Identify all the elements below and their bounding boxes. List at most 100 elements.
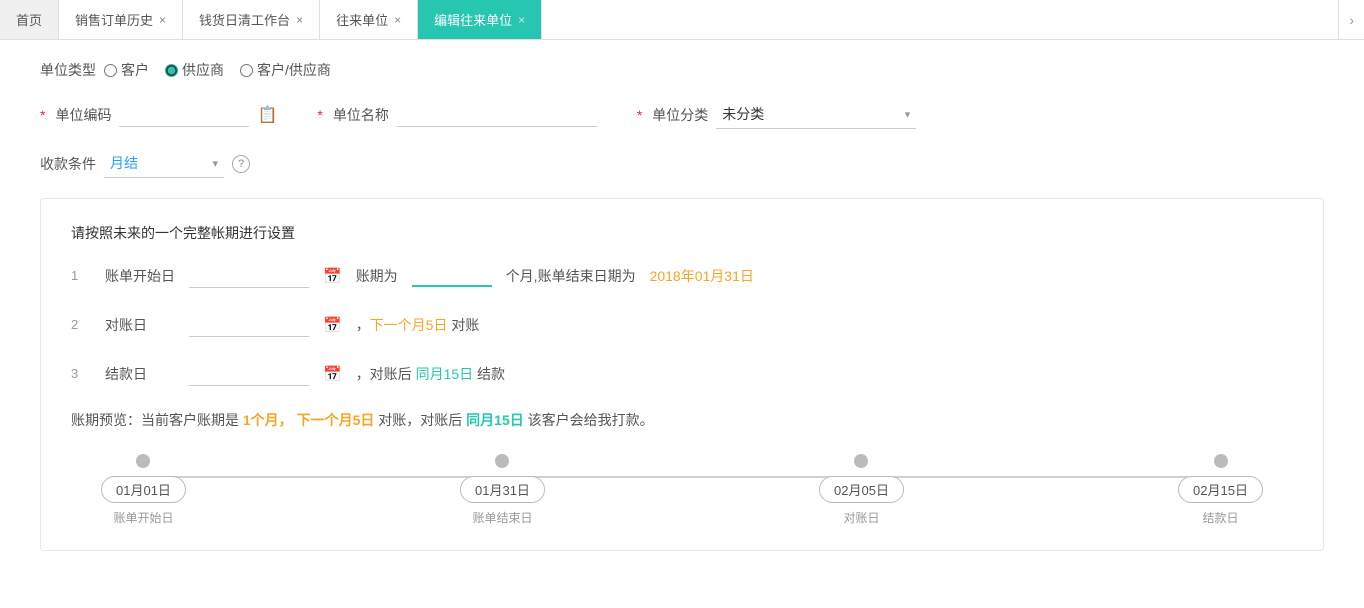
unit-name-input[interactable]: 河南供应商22 [397, 102, 597, 127]
tab-edit-partner[interactable]: 编辑往来单位 × [418, 0, 542, 39]
unit-type-label: 单位类型 [40, 60, 96, 80]
calendar-icon-start[interactable]: 📅 [323, 267, 342, 285]
calendar-icon-code[interactable]: 📋 [257, 105, 277, 125]
timeline-label-4: 结款日 [1203, 509, 1239, 526]
timeline-node-2: 01月31日 账单结束日 [460, 454, 545, 526]
tab-more-button[interactable]: › [1338, 0, 1364, 39]
timeline-badge-2: 01月31日 [460, 476, 545, 503]
unit-class-field: * 单位分类 未分类 ▾ [637, 100, 916, 129]
unit-info-row: * 单位编码 000001 📋 * 单位名称 河南供应商22 * 单位分类 未分… [40, 100, 1324, 129]
page-content: 单位类型 客户 供应商 客户/供应商 * 单位编码 00000 [0, 40, 1364, 608]
tab-edit-partner-label: 编辑往来单位 [434, 10, 512, 29]
payment-select[interactable]: 月结 ▾ [104, 149, 224, 178]
tab-sales-history[interactable]: 销售订单历史 × [59, 0, 183, 39]
unit-code-label: 单位编码 [55, 105, 111, 125]
preview-suffix: 该客户会给我打款。 [528, 412, 654, 428]
preview-p1: 1个月， [243, 412, 293, 428]
unit-class-select[interactable]: 未分类 ▾ [716, 100, 916, 129]
chevron-right-icon: › [1349, 12, 1354, 28]
row-num-3: 3 [71, 366, 91, 381]
tab-cashflow-label: 钱货日清工作台 [199, 10, 290, 29]
preview-prefix: 账期预览：当前客户账期是 [71, 412, 239, 428]
timeline-container: 01月01日 账单开始日 01月31日 账单结束日 02月05日 对账日 [71, 454, 1293, 526]
data-row-2: 2 对账日 2018-02-05 📅 ，下一个月5日 对账 [71, 312, 1293, 337]
tab-cashflow-close[interactable]: × [296, 13, 303, 27]
payment-date-input[interactable]: 2018-02-15 [189, 361, 309, 386]
chevron-down-icon-payment: ▾ [212, 157, 218, 170]
preview-p2: 下一个月5日 [297, 412, 375, 428]
timeline-label-2: 账单结束日 [472, 509, 532, 526]
tab-cashflow[interactable]: 钱货日清工作台 × [183, 0, 320, 39]
row-1-desc-after: 个月,账单结束日期为 [506, 266, 636, 286]
unit-code-required: * [40, 107, 45, 123]
tab-home-label: 首页 [16, 10, 42, 29]
row-num-1: 1 [71, 268, 91, 283]
row-1-desc-before: 账期为 [356, 266, 398, 286]
calendar-icon-reconcile[interactable]: 📅 [323, 316, 342, 334]
timeline-dot-4 [1214, 454, 1228, 468]
row-label-1: 账单开始日 [105, 266, 175, 286]
unit-type-row: 单位类型 客户 供应商 客户/供应商 [40, 60, 1324, 80]
radio-both-input[interactable] [240, 64, 253, 77]
help-icon-payment[interactable]: ? [232, 155, 250, 173]
unit-class-required: * [637, 107, 642, 123]
tab-sales-history-label: 销售订单历史 [75, 10, 153, 29]
data-row-1: 1 账单开始日 2018-01-01 📅 账期为 1 个月,账单结束日期为 20… [71, 263, 1293, 288]
timeline-badge-4: 02月15日 [1178, 476, 1263, 503]
payment-value: 月结 [110, 153, 206, 173]
timeline-dot-3 [854, 454, 868, 468]
radio-supplier-input[interactable] [165, 64, 178, 77]
row-2-desc: ，下一个月5日 对账 [356, 315, 480, 335]
timeline-badge-1: 01月01日 [101, 476, 186, 503]
radio-supplier[interactable]: 供应商 [165, 60, 224, 80]
tabs-bar: 首页 销售订单历史 × 钱货日清工作台 × 往来单位 × 编辑往来单位 × › [0, 0, 1364, 40]
unit-code-field: * 单位编码 000001 📋 [40, 102, 277, 127]
unit-class-label: 单位分类 [652, 105, 708, 125]
section-title: 请按照未来的一个完整帐期进行设置 [71, 223, 1293, 243]
preview-p3: 同月15日 [466, 412, 524, 428]
start-date-input[interactable]: 2018-01-01 [189, 263, 309, 288]
unit-code-input[interactable]: 000001 [119, 102, 249, 127]
payment-label: 收款条件 [40, 154, 96, 174]
row-1-date-highlight: 2018年01月31日 [650, 266, 754, 286]
tab-partner-label: 往来单位 [336, 10, 388, 29]
period-input[interactable]: 1 [412, 265, 492, 287]
preview-middle: 对账，对账后 [378, 412, 466, 428]
unit-type-radio-group: 客户 供应商 客户/供应商 [104, 60, 331, 80]
row-num-2: 2 [71, 317, 91, 332]
chevron-down-icon-class: ▾ [905, 108, 911, 121]
radio-customer[interactable]: 客户 [104, 60, 149, 80]
radio-both[interactable]: 客户/供应商 [240, 60, 331, 80]
radio-customer-label: 客户 [121, 60, 149, 80]
preview-text: 账期预览：当前客户账期是 1个月， 下一个月5日 对账，对账后 同月15日 该客… [71, 410, 1293, 430]
calendar-icon-payment[interactable]: 📅 [323, 365, 342, 383]
unit-type-field: 单位类型 客户 供应商 客户/供应商 [40, 60, 331, 80]
tab-partner-close[interactable]: × [394, 13, 401, 27]
reconcile-date-input[interactable]: 2018-02-05 [189, 312, 309, 337]
payment-row: 收款条件 月结 ▾ ? [40, 149, 1324, 178]
tab-edit-partner-close[interactable]: × [518, 13, 525, 27]
unit-name-field: * 单位名称 河南供应商22 [317, 102, 596, 127]
unit-name-label: 单位名称 [333, 105, 389, 125]
timeline-badge-3: 02月05日 [819, 476, 904, 503]
timeline-node-4: 02月15日 结款日 [1178, 454, 1263, 526]
timeline-node-3: 02月05日 对账日 [819, 454, 904, 526]
settings-section: 请按照未来的一个完整帐期进行设置 1 账单开始日 2018-01-01 📅 账期… [40, 198, 1324, 551]
timeline-dot-1 [136, 454, 150, 468]
timeline-label-1: 账单开始日 [113, 509, 173, 526]
radio-both-label: 客户/供应商 [257, 60, 331, 80]
tab-home[interactable]: 首页 [0, 0, 59, 39]
row-3-desc: ，对账后 同月15日 结款 [356, 364, 505, 384]
row-label-2: 对账日 [105, 315, 175, 335]
tab-sales-history-close[interactable]: × [159, 13, 166, 27]
data-row-3: 3 结款日 2018-02-15 📅 ，对账后 同月15日 结款 [71, 361, 1293, 386]
unit-class-value: 未分类 [722, 104, 898, 124]
radio-customer-input[interactable] [104, 64, 117, 77]
timeline-nodes: 01月01日 账单开始日 01月31日 账单结束日 02月05日 对账日 [101, 454, 1263, 526]
tab-partner[interactable]: 往来单位 × [320, 0, 418, 39]
payment-field: 收款条件 月结 ▾ ? [40, 149, 250, 178]
timeline-label-3: 对账日 [843, 509, 879, 526]
unit-name-required: * [317, 107, 322, 123]
timeline-dot-2 [495, 454, 509, 468]
radio-supplier-label: 供应商 [182, 60, 224, 80]
